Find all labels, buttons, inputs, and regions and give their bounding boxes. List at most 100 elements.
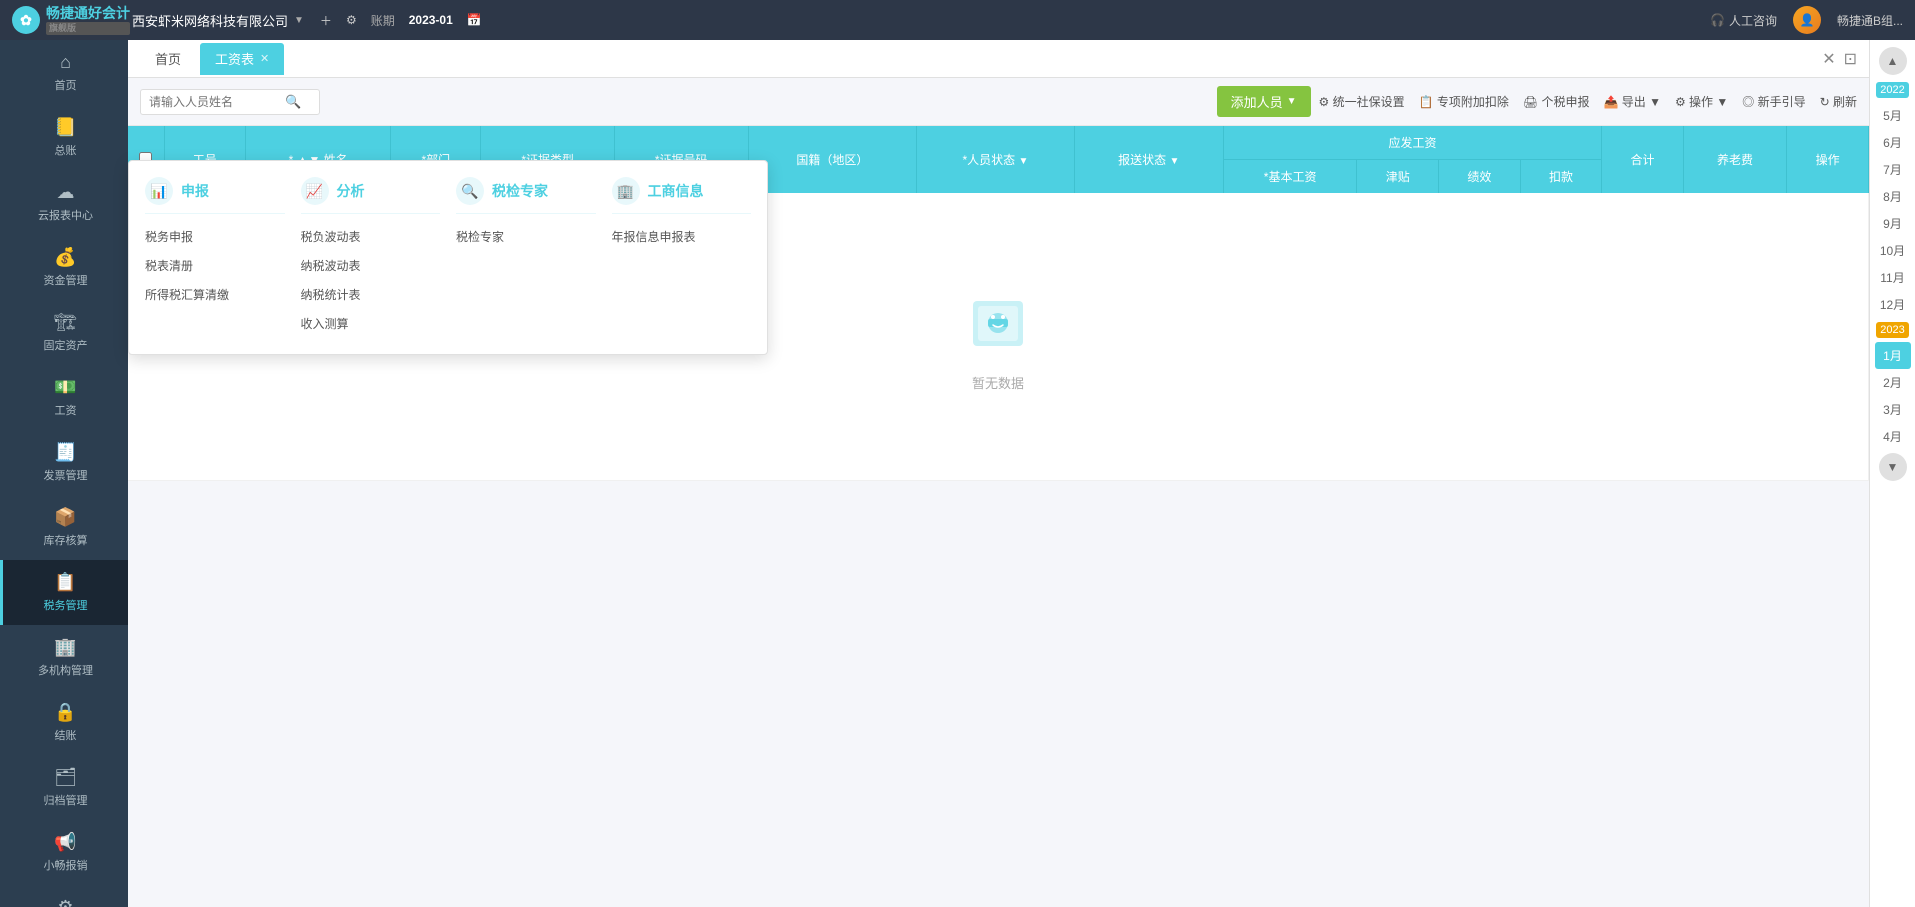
sidebar-item-cloud-report[interactable]: ☁ 云报表中心 [0,170,128,235]
menu-item-income-calc[interactable]: 所得税汇算清缴 [145,280,285,309]
marketing-label: 小畅报销 [44,857,88,873]
top-bar: ✿ 畅捷通好会计 旗舰版 西安虾米网络科技有限公司 ▼ ＋ ⚙ 账期 2023-… [0,0,1915,40]
menu-item-tax-check[interactable]: 税检专家 [456,222,596,251]
col-base-salary: *基本工资 [1223,160,1357,194]
period-value[interactable]: 2023-01 [409,13,453,27]
inventory-icon: 📦 [54,507,76,528]
tab-bar-right: ✕ ⊡ [1822,49,1857,69]
tab-close-icon[interactable]: ✕ [260,52,269,65]
rp-month-2023-1[interactable]: 1月 [1875,342,1911,369]
inventory-label: 库存核算 [44,532,88,548]
add-person-button[interactable]: 添加人员 ▼ [1217,86,1311,117]
col-deduct: 扣款 [1520,160,1602,194]
menu-item-income-calc2[interactable]: 收入测算 [301,309,441,338]
settings-icon[interactable]: ⚙ [346,13,357,27]
analysis-title: 分析 [337,181,365,201]
rp-month-2022-7[interactable]: 11月 [1875,264,1911,291]
rp-month-2023-4[interactable]: 4月 [1875,423,1911,450]
add-person-dropdown-icon: ▼ [1287,96,1297,107]
menu-section-biz-info: 🏢工商信息年报信息申报表 [612,177,752,338]
operations-btn[interactable]: ⚙ 操作 ▼ [1675,93,1728,110]
menu-section-report: 📊申报税务申报税表清册所得税汇算清缴 [145,177,285,338]
menu-item-tax-fluctuation[interactable]: 税负波动表 [301,222,441,251]
col-subsidy: 津贴 [1357,160,1439,194]
col-report-status[interactable]: 报送状态 ▼ [1074,126,1223,193]
sidebar-item-salary[interactable]: 💵 工资 [0,365,128,430]
export-btn[interactable]: 📤 导出 ▼ [1603,93,1661,110]
salary-icon: 💵 [54,377,76,398]
period-label: 账期 [371,12,395,29]
col-status[interactable]: *人员状态 ▼ [917,126,1075,193]
sidebar-item-marketing[interactable]: 📢 小畅报销 [0,820,128,885]
menu-item-tax-report[interactable]: 税务申报 [145,222,285,251]
sidebar-item-inventory[interactable]: 📦 库存核算 [0,495,128,560]
menu-item-tax-table[interactable]: 税表清册 [145,251,285,280]
sidebar-item-invoice[interactable]: 🧾 发票管理 [0,430,128,495]
close-window-icon[interactable]: ✕ [1822,49,1835,69]
sidebar-item-tax[interactable]: 📋 税务管理 [0,560,128,625]
sidebar-item-general-ledger[interactable]: 📒 总账 [0,105,128,170]
sidebar-item-home[interactable]: ⌂ 首页 [0,40,128,105]
general-ledger-label: 总账 [55,142,77,158]
fund-icon: 💰 [54,247,76,268]
sidebar-item-fund[interactable]: 💰 资金管理 [0,235,128,300]
restore-icon[interactable]: ⊡ [1844,49,1857,69]
col-pension: 养老费 [1683,126,1786,193]
rp-month-2022-5[interactable]: 9月 [1875,210,1911,237]
rp-year-2022[interactable]: 2022 [1876,82,1908,98]
sidebar-item-fixed-assets[interactable]: 🏗 固定资产 [0,300,128,365]
add-icon[interactable]: ＋ [320,12,332,29]
rp-month-2023-3[interactable]: 3月 [1875,396,1911,423]
add-person-label: 添加人员 [1231,92,1283,111]
user-label[interactable]: 畅捷通B组... [1837,12,1903,29]
right-panel: ▲ 2022 5月6月7月8月9月10月11月12月 2023 1月2月3月4月 ▼ [1869,40,1915,907]
rp-month-2022-2[interactable]: 6月 [1875,129,1911,156]
social-insurance-btn[interactable]: ⚙ 统一社保设置 [1319,93,1405,110]
search-input[interactable] [149,95,279,109]
tab-salary[interactable]: 工资表 ✕ [200,43,284,75]
help-button[interactable]: 🎧 人工咨询 [1710,12,1777,29]
rp-nav-up[interactable]: ▲ [1879,47,1907,75]
logo-text: 畅捷通好会计 旗舰版 [46,5,130,35]
search-box[interactable]: 🔍 [140,89,320,115]
logo-icon: ✿ [12,6,40,34]
rp-month-2022-4[interactable]: 8月 [1875,183,1911,210]
menu-item-tax-wave[interactable]: 纳税波动表 [301,251,441,280]
multi-org-label: 多机构管理 [38,662,93,678]
archive-label: 归档管理 [44,792,88,808]
rp-month-2022-8[interactable]: 12月 [1875,291,1911,318]
sidebar-item-settings[interactable]: ⚙ 基础设置 [0,885,128,907]
sidebar-item-archive[interactable]: 🗂 归档管理 [0,755,128,820]
rp-year-2023[interactable]: 2023 [1876,322,1908,338]
tax-expert-title: 税检专家 [492,181,548,201]
headset-icon: 🎧 [1710,13,1725,27]
table-header-row1: 工号 * ▲▼ 姓名 *部门 *证据类型 *证据号码 国籍（地区） *人员状态 … [128,126,1869,160]
rp-month-2022-6[interactable]: 10月 [1875,237,1911,264]
menu-section-header-report: 📊申报 [145,177,285,214]
closing-label: 结账 [55,727,77,743]
calendar-icon[interactable]: 📅 [467,13,482,27]
tab-salary-label: 工资表 [215,49,254,68]
deductions-btn[interactable]: 📋 专项附加扣除 [1419,93,1509,110]
empty-text: 暂无数据 [972,373,1024,392]
guide-btn[interactable]: ◎ 新手引导 [1742,93,1805,110]
menu-section-header-analysis: 📈分析 [301,177,441,214]
sidebar-item-multi-org[interactable]: 🏢 多机构管理 [0,625,128,690]
rp-nav-down[interactable]: ▼ [1879,453,1907,481]
refresh-btn[interactable]: ↻ 刷新 [1820,93,1857,110]
menu-item-annual-report[interactable]: 年报信息申报表 [612,222,752,251]
company-selector[interactable]: 西安虾米网络科技有限公司 ▼ [132,11,304,30]
col-performance: 绩效 [1439,160,1521,194]
closing-icon: 🔒 [54,702,76,723]
tax-expert-section-icon: 🔍 [456,177,484,205]
rp-month-2022-3[interactable]: 7月 [1875,156,1911,183]
tab-home[interactable]: 首页 [140,43,196,75]
user-avatar[interactable]: 👤 [1793,6,1821,34]
rp-month-2022-1[interactable]: 5月 [1875,102,1911,129]
menu-item-tax-stats[interactable]: 纳税统计表 [301,280,441,309]
toolbar: 🔍 添加人员 ▼ ⚙ 统一社保设置 📋 专项附加扣除 🖨 个税申报 📤 导出 ▼… [128,78,1869,126]
app-logo: ✿ 畅捷通好会计 旗舰版 [12,5,132,35]
personal-tax-btn[interactable]: 🖨 个税申报 [1523,93,1590,110]
rp-month-2023-2[interactable]: 2月 [1875,369,1911,396]
sidebar-item-closing[interactable]: 🔒 结账 [0,690,128,755]
